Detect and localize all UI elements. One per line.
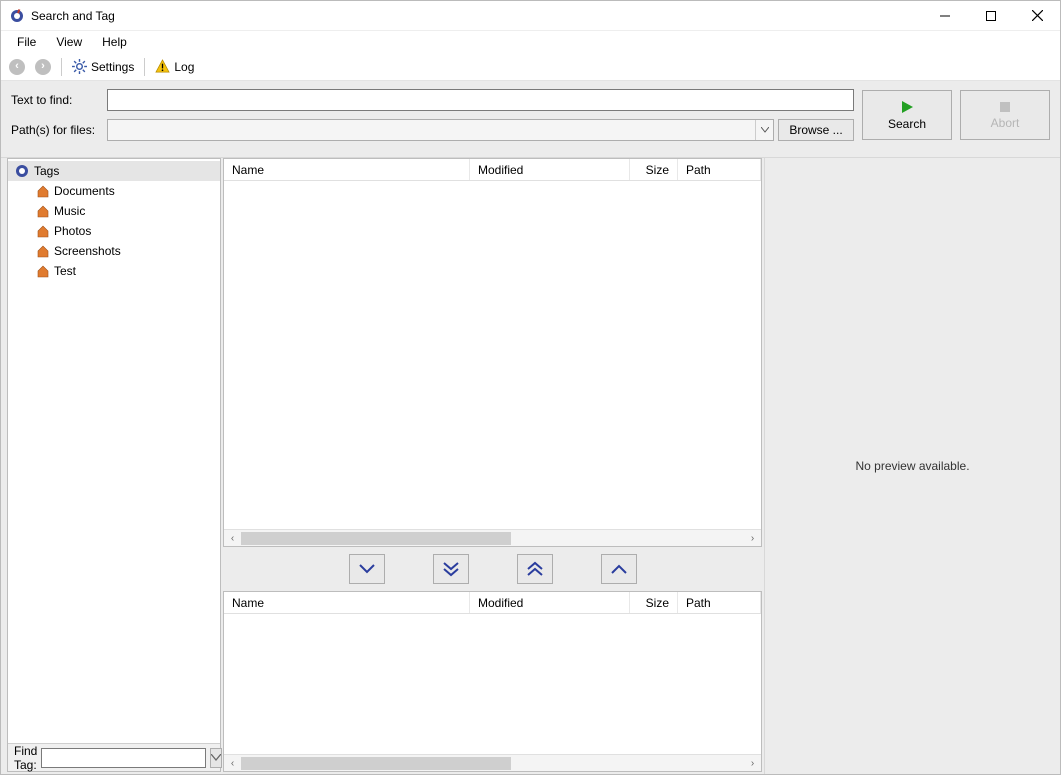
tree-item-documents[interactable]: Documents: [8, 181, 220, 201]
scroll-right-icon[interactable]: ›: [744, 755, 761, 772]
abort-button-label: Abort: [991, 116, 1020, 130]
abort-button[interactable]: Abort: [960, 90, 1050, 140]
toolbar-divider: [144, 58, 145, 76]
menu-file[interactable]: File: [7, 33, 46, 51]
arrow-left-icon: ‹: [9, 59, 25, 75]
text-to-find-label: Text to find:: [11, 93, 99, 107]
main-area: Tags Documents Music Photos Screenshots: [1, 158, 1060, 774]
col-size[interactable]: Size: [630, 159, 678, 180]
toolbar-divider: [61, 58, 62, 76]
list-body[interactable]: [224, 181, 761, 529]
menu-view[interactable]: View: [46, 33, 92, 51]
tree-item-label: Documents: [54, 184, 115, 198]
tag-icon: [36, 184, 50, 198]
warning-icon: [155, 59, 170, 74]
search-button[interactable]: Search: [862, 90, 952, 140]
tag-icon: [36, 264, 50, 278]
move-all-down-button[interactable]: [433, 554, 469, 584]
paths-label: Path(s) for files:: [11, 123, 99, 137]
move-buttons-bar: [223, 547, 762, 591]
tree-item-label: Photos: [54, 224, 91, 238]
tree-item-label: Test: [54, 264, 76, 278]
col-modified[interactable]: Modified: [470, 592, 630, 613]
log-label: Log: [174, 60, 194, 74]
col-name[interactable]: Name: [224, 159, 470, 180]
scroll-left-icon[interactable]: ‹: [224, 530, 241, 547]
move-up-button[interactable]: [601, 554, 637, 584]
play-icon: [899, 99, 915, 115]
tag-icon: [36, 224, 50, 238]
hscrollbar[interactable]: ‹ ›: [224, 529, 761, 546]
scroll-track[interactable]: [241, 755, 744, 771]
scroll-left-icon[interactable]: ‹: [224, 755, 241, 772]
arrow-right-icon: ›: [35, 59, 51, 75]
find-tag-label: Find Tag:: [14, 744, 37, 772]
find-tag-input[interactable]: [41, 748, 206, 768]
tree-item-screenshots[interactable]: Screenshots: [8, 241, 220, 261]
hscrollbar[interactable]: ‹ ›: [224, 754, 761, 771]
menubar: File View Help: [1, 31, 1060, 53]
tree-item-test[interactable]: Test: [8, 261, 220, 281]
col-path[interactable]: Path: [678, 592, 761, 613]
double-chevron-up-icon: [526, 561, 544, 577]
window-title: Search and Tag: [31, 9, 115, 23]
tree-root-label: Tags: [34, 164, 59, 178]
paths-combo[interactable]: [107, 119, 774, 141]
nav-forward-button[interactable]: ›: [31, 57, 55, 77]
paths-input[interactable]: [108, 120, 755, 140]
toolbar: ‹ › Settings Log: [1, 53, 1060, 81]
titlebar: Search and Tag: [1, 1, 1060, 31]
col-path[interactable]: Path: [678, 159, 761, 180]
text-to-find-input[interactable]: [107, 89, 854, 111]
stop-icon: [998, 100, 1012, 114]
scroll-right-icon[interactable]: ›: [744, 530, 761, 547]
find-tag-dropdown[interactable]: [210, 748, 222, 768]
tags-icon: [14, 163, 30, 179]
tree-item-label: Screenshots: [54, 244, 121, 258]
sidebar: Tags Documents Music Photos Screenshots: [7, 158, 221, 772]
col-name[interactable]: Name: [224, 592, 470, 613]
move-all-up-button[interactable]: [517, 554, 553, 584]
tree-item-music[interactable]: Music: [8, 201, 220, 221]
move-down-button[interactable]: [349, 554, 385, 584]
search-button-label: Search: [888, 117, 926, 131]
nav-back-button[interactable]: ‹: [5, 57, 29, 77]
tags-tree[interactable]: Tags Documents Music Photos Screenshots: [8, 159, 220, 743]
preview-pane: No preview available.: [764, 158, 1060, 774]
maximize-button[interactable]: [968, 1, 1014, 31]
settings-button[interactable]: Settings: [68, 57, 138, 76]
scroll-track[interactable]: [241, 530, 744, 546]
menu-help[interactable]: Help: [92, 33, 137, 51]
double-chevron-down-icon: [442, 561, 460, 577]
close-button[interactable]: [1014, 1, 1060, 31]
gear-icon: [72, 59, 87, 74]
chevron-up-icon: [610, 562, 628, 576]
find-tag-bar: Find Tag:: [8, 743, 220, 771]
list-header: Name Modified Size Path: [224, 159, 761, 181]
scroll-thumb[interactable]: [241, 532, 511, 545]
settings-label: Settings: [91, 60, 134, 74]
results-list-top: Name Modified Size Path ‹ ›: [223, 158, 762, 547]
chevron-down-icon: [358, 562, 376, 576]
tree-item-label: Music: [54, 204, 85, 218]
col-size[interactable]: Size: [630, 592, 678, 613]
preview-empty-label: No preview available.: [855, 459, 969, 473]
tree-item-photos[interactable]: Photos: [8, 221, 220, 241]
search-panel: Text to find: Search Abort Path(s) for f…: [1, 81, 1060, 158]
results-list-bottom: Name Modified Size Path ‹ ›: [223, 591, 762, 772]
chevron-down-icon[interactable]: [755, 120, 773, 140]
scroll-thumb[interactable]: [241, 757, 511, 770]
app-icon: [9, 8, 25, 24]
tag-icon: [36, 204, 50, 218]
tree-root-tags[interactable]: Tags: [8, 161, 220, 181]
list-body[interactable]: [224, 614, 761, 754]
browse-button[interactable]: Browse ...: [778, 119, 854, 141]
log-button[interactable]: Log: [151, 57, 198, 76]
minimize-button[interactable]: [922, 1, 968, 31]
list-header: Name Modified Size Path: [224, 592, 761, 614]
col-modified[interactable]: Modified: [470, 159, 630, 180]
center-column: Name Modified Size Path ‹ ›: [223, 158, 762, 772]
tag-icon: [36, 244, 50, 258]
